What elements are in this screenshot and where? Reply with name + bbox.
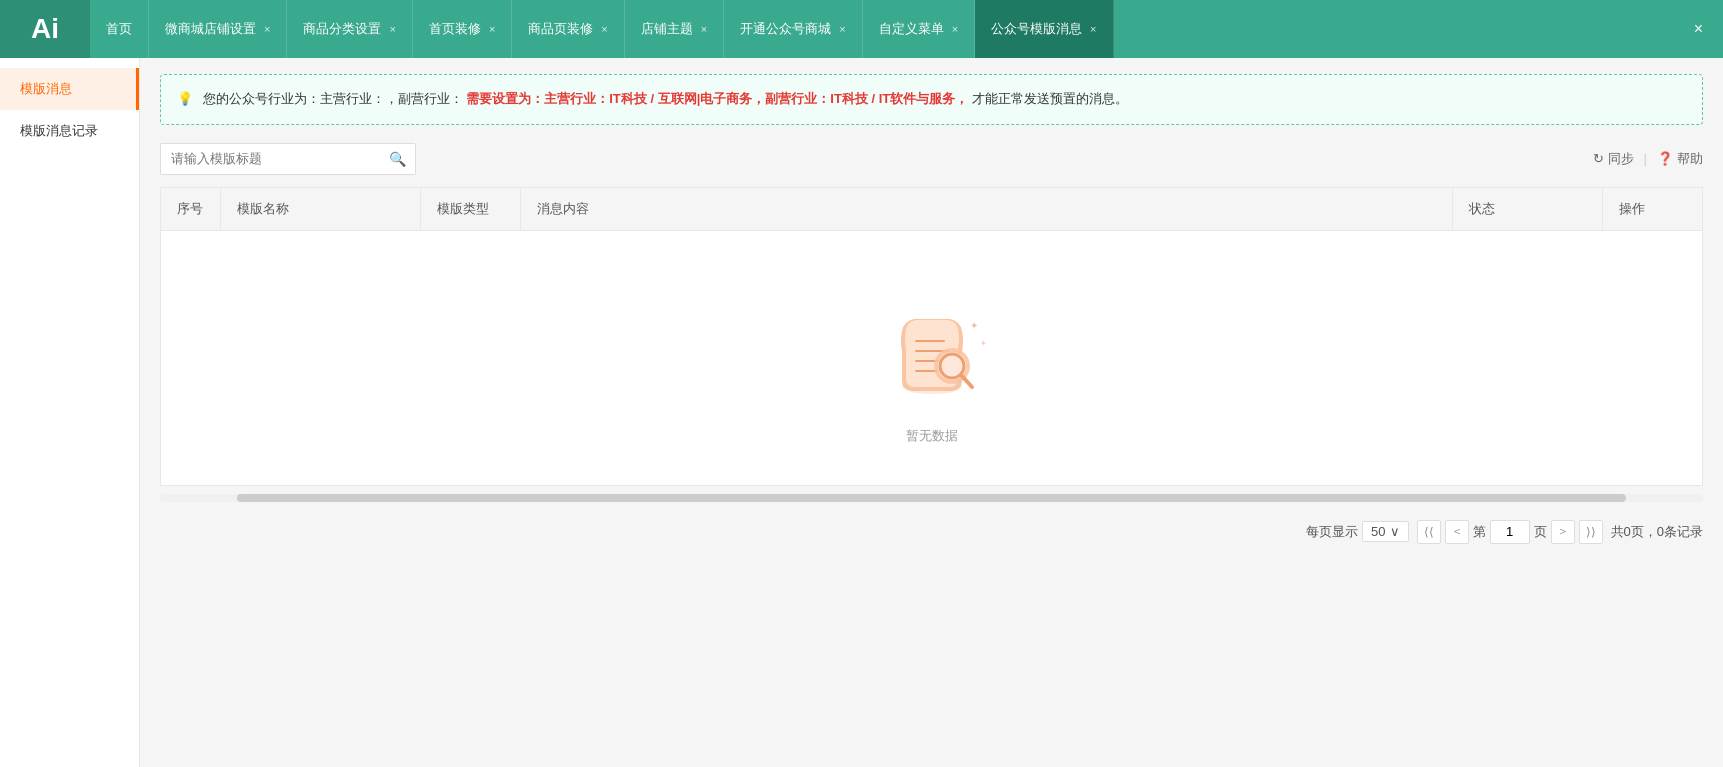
sync-icon: ↻ [1593,151,1604,166]
page-size-dropdown[interactable]: 50 ∨ [1362,521,1408,542]
close-template-msg-icon[interactable]: × [1090,23,1096,35]
brand-logo: Ai [0,0,90,58]
page-size-value: 50 [1371,524,1385,539]
chevron-down-icon: ∨ [1390,524,1400,539]
bulb-icon: 💡 [177,91,193,106]
notice-suffix: 才能正常发送预置的消息。 [972,91,1128,106]
data-table: 序号 模版名称 模版类型 消息内容 状态 操作 [160,187,1703,486]
first-page-icon: ⟨⟨ [1424,525,1434,539]
nav-tab-category-settings[interactable]: 商品分类设置 × [287,0,412,58]
nav-tab-category-label: 商品分类设置 [303,20,381,38]
next-page-icon: ＞ [1557,523,1569,540]
nav-tab-custom-menu[interactable]: 自定义菜单 × [863,0,975,58]
scrollbar-track[interactable] [160,494,1703,502]
col-header-content: 消息内容 [521,187,1453,230]
total-info: 共0页，0条记录 [1611,523,1703,541]
sidebar: 模版消息 模版消息记录 [0,58,140,767]
notice-prefix: 您的公众号行业为：主营行业：，副营行业： [203,91,463,106]
close-custom-menu-icon[interactable]: × [952,23,958,35]
nav-tab-store-theme-label: 店铺主题 [641,20,693,38]
last-page-button[interactable]: ⟩⟩ [1579,520,1603,544]
help-label: 帮助 [1677,150,1703,168]
col-header-type: 模版类型 [421,187,521,230]
first-page-button[interactable]: ⟨⟨ [1417,520,1441,544]
close-category-icon[interactable]: × [389,23,395,35]
nav-tab-home-decoration-label: 首页装修 [429,20,481,38]
close-home-decoration-icon[interactable]: × [489,23,495,35]
empty-illustration: ✦ ✦ [872,291,992,411]
empty-row: ✦ ✦ 暂无数据 [161,230,1703,485]
nav-tab-product-decoration[interactable]: 商品页装修 × [512,0,624,58]
close-store-settings-icon[interactable]: × [264,23,270,35]
search-bar: 🔍 ↻ 同步 | ❓ 帮助 [160,143,1703,175]
empty-text: 暂无数据 [906,427,958,445]
page-navigation: ⟨⟨ ＜ 第 页 ＞ ⟩⟩ [1417,520,1603,544]
search-input[interactable] [160,143,380,175]
help-button[interactable]: ❓ 帮助 [1657,150,1703,168]
svg-text:✦: ✦ [970,320,978,331]
nav-tab-home[interactable]: 首页 [90,0,149,58]
page-size-select: 每页显示 50 ∨ [1306,521,1408,542]
nav-tab-template-msg-label: 公众号模版消息 [991,20,1082,38]
nav-tab-custom-menu-label: 自定义菜单 [879,20,944,38]
search-icon: 🔍 [389,151,406,167]
pagination: 每页显示 50 ∨ ⟨⟨ ＜ 第 页 ＞ [160,510,1703,548]
nav-tab-open-mall[interactable]: 开通公众号商城 × [724,0,862,58]
search-button[interactable]: 🔍 [380,143,416,175]
nav-tab-home-label: 首页 [106,20,132,38]
page-label-before: 第 [1473,523,1486,541]
sidebar-item-template-msg-label: 模版消息 [20,81,72,96]
nav-tabs: 首页 微商城店铺设置 × 商品分类设置 × 首页装修 × 商品页装修 × 店铺主… [90,0,1674,58]
nav-tab-open-mall-label: 开通公众号商城 [740,20,831,38]
prev-page-button[interactable]: ＜ [1445,520,1469,544]
sidebar-item-template-msg-log-label: 模版消息记录 [20,123,98,138]
col-header-action: 操作 [1603,187,1703,230]
nav-tab-template-msg[interactable]: 公众号模版消息 × [975,0,1113,58]
svg-text:✦: ✦ [980,339,987,348]
col-header-name: 模版名称 [221,187,421,230]
content-area: 💡 您的公众号行业为：主营行业：，副营行业： 需要设置为：主营行业：IT科技 /… [140,58,1723,767]
nav-tab-store-settings[interactable]: 微商城店铺设置 × [149,0,287,58]
empty-state: ✦ ✦ 暂无数据 [161,231,1702,485]
nav-tab-home-decoration[interactable]: 首页装修 × [413,0,512,58]
table-header-row: 序号 模版名称 模版类型 消息内容 状态 操作 [161,187,1703,230]
col-header-index: 序号 [161,187,221,230]
page-number-input[interactable] [1490,520,1530,544]
nav-tab-product-decoration-label: 商品页装修 [528,20,593,38]
sidebar-item-template-msg[interactable]: 模版消息 [0,68,139,110]
notice-box: 💡 您的公众号行业为：主营行业：，副营行业： 需要设置为：主营行业：IT科技 /… [160,74,1703,125]
close-product-decoration-icon[interactable]: × [601,23,607,35]
search-right: ↻ 同步 | ❓ 帮助 [1593,150,1703,168]
close-store-theme-icon[interactable]: × [701,23,707,35]
scrollbar-thumb[interactable] [237,494,1626,502]
top-navigation: Ai 首页 微商城店铺设置 × 商品分类设置 × 首页装修 × 商品页装修 × … [0,0,1723,58]
col-header-status: 状态 [1453,187,1603,230]
nav-tab-store-settings-label: 微商城店铺设置 [165,20,256,38]
sidebar-item-template-msg-log[interactable]: 模版消息记录 [0,110,139,152]
sync-button[interactable]: ↻ 同步 [1593,150,1634,168]
help-icon: ❓ [1657,151,1673,166]
nav-tab-store-theme[interactable]: 店铺主题 × [625,0,724,58]
next-page-button[interactable]: ＞ [1551,520,1575,544]
search-left: 🔍 [160,143,416,175]
svg-line-8 [962,376,972,387]
prev-page-icon: ＜ [1451,523,1463,540]
divider: | [1644,151,1647,166]
close-all-tabs-button[interactable]: × [1674,0,1723,58]
page-label-after: 页 [1534,523,1547,541]
close-open-mall-icon[interactable]: × [839,23,845,35]
notice-highlight: 需要设置为：主营行业：IT科技 / 互联网|电子商务，副营行业：IT科技 / I… [466,91,968,106]
sync-label: 同步 [1608,150,1634,168]
last-page-icon: ⟩⟩ [1586,525,1596,539]
main-layout: 模版消息 模版消息记录 💡 您的公众号行业为：主营行业：，副营行业： 需要设置为… [0,58,1723,767]
page-size-label: 每页显示 [1306,523,1358,541]
